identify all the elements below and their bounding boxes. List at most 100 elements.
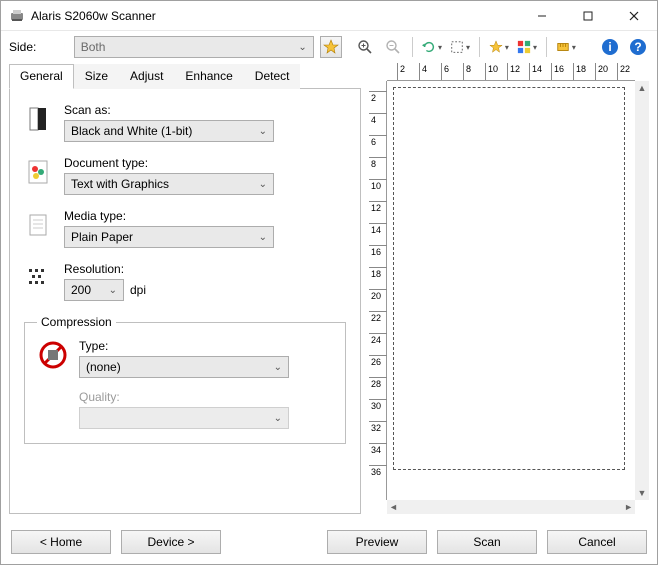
ruler-horizontal: 2 4 6 8 10 12 14 16 18 20 22 xyxy=(387,63,635,81)
app-window: Alaris S2060w Scanner Side: Both ⌄ i ? xyxy=(0,0,658,565)
close-button[interactable] xyxy=(611,1,657,31)
ruler-tick: 20 xyxy=(595,63,596,81)
device-button[interactable]: Device > xyxy=(121,530,221,554)
resolution-select[interactable]: 200⌄ xyxy=(64,279,124,301)
ruler-tick: 8 xyxy=(463,63,464,81)
info-icon[interactable]: i xyxy=(599,35,621,59)
ruler-tick: 22 xyxy=(617,63,618,81)
document-type-select[interactable]: Text with Graphics⌄ xyxy=(64,173,274,195)
resolution-label: Resolution: xyxy=(64,262,348,276)
scan-as-select[interactable]: Black and White (1-bit)⌄ xyxy=(64,120,274,142)
ruler-tick: 10 xyxy=(485,63,486,81)
compression-type-label: Type: xyxy=(79,339,333,353)
selection-tool-icon[interactable] xyxy=(449,35,471,59)
ruler-tick: 8 xyxy=(369,157,387,158)
media-type-select[interactable]: Plain Paper⌄ xyxy=(64,226,274,248)
scrollbar-vertical[interactable]: ▲▼ xyxy=(635,81,649,500)
tab-general[interactable]: General xyxy=(9,64,74,89)
svg-text:i: i xyxy=(608,40,611,54)
ruler-tick: 2 xyxy=(369,91,387,92)
top-toolbar: Side: Both ⌄ i ? xyxy=(1,31,657,63)
ruler-tick: 6 xyxy=(441,63,442,81)
rotate-tool-icon[interactable] xyxy=(421,35,443,59)
ruler-tick: 24 xyxy=(369,333,387,334)
ruler-tick: 14 xyxy=(529,63,530,81)
compression-quality-label: Quality: xyxy=(79,390,333,404)
tab-size[interactable]: Size xyxy=(74,64,119,89)
chevron-down-icon: ⌄ xyxy=(274,413,282,424)
compression-type-icon xyxy=(37,339,69,371)
scroll-down-icon[interactable]: ▼ xyxy=(638,488,647,498)
ruler-tick: 18 xyxy=(369,267,387,268)
preview-canvas[interactable] xyxy=(387,81,635,500)
ruler-tick: 4 xyxy=(419,63,420,81)
side-label: Side: xyxy=(9,40,68,54)
ruler-tick: 34 xyxy=(369,443,387,444)
preview-pane: 246810121416182022 246810121416182022242… xyxy=(369,63,649,514)
ruler-tick: 16 xyxy=(551,63,552,81)
chevron-down-icon: ⌄ xyxy=(259,232,267,243)
settings-pane: General Size Adjust Enhance Detect Scan … xyxy=(9,63,361,514)
units-tool-icon[interactable] xyxy=(555,35,577,59)
ruler-tick: 22 xyxy=(369,311,387,312)
ruler-tick: 26 xyxy=(369,355,387,356)
compression-quality-select: ⌄ xyxy=(79,407,289,429)
ruler-tick: 30 xyxy=(369,399,387,400)
ruler-tick: 20 xyxy=(369,289,387,290)
document-type-label: Document type: xyxy=(64,156,348,170)
chevron-down-icon: ⌄ xyxy=(109,285,117,296)
general-panel: Scan as: Black and White (1-bit)⌄ Docume… xyxy=(9,89,361,514)
compression-quality-icon xyxy=(37,390,69,422)
ruler-vertical: 24681012141618202224262830323436 xyxy=(369,81,387,500)
home-button[interactable]: < Home xyxy=(11,530,111,554)
scan-button[interactable]: Scan xyxy=(437,530,537,554)
resolution-unit: dpi xyxy=(130,283,146,297)
chevron-down-icon: ⌄ xyxy=(259,126,267,137)
help-icon[interactable]: ? xyxy=(627,35,649,59)
app-icon xyxy=(9,8,25,24)
cancel-button[interactable]: Cancel xyxy=(547,530,647,554)
scan-as-icon xyxy=(22,103,54,135)
media-type-icon xyxy=(22,209,54,241)
preview-button[interactable]: Preview xyxy=(327,530,427,554)
scroll-right-icon[interactable]: ► xyxy=(624,502,633,512)
ruler-tick: 10 xyxy=(369,179,387,180)
compression-type-select[interactable]: (none)⌄ xyxy=(79,356,289,378)
zoom-in-icon[interactable] xyxy=(354,35,376,59)
chevron-down-icon: ⌄ xyxy=(274,362,282,373)
minimize-button[interactable] xyxy=(519,1,565,31)
ruler-tick: 12 xyxy=(369,201,387,202)
side-select[interactable]: Both ⌄ xyxy=(74,36,314,58)
ruler-tick: 2 xyxy=(397,63,398,81)
tab-enhance[interactable]: Enhance xyxy=(174,64,243,89)
media-type-label: Media type: xyxy=(64,209,348,223)
resolution-icon xyxy=(22,262,54,294)
chevron-down-icon: ⌄ xyxy=(259,179,267,190)
chevron-down-icon: ⌄ xyxy=(298,42,306,53)
ruler-tick: 28 xyxy=(369,377,387,378)
tab-strip: General Size Adjust Enhance Detect xyxy=(9,63,361,89)
zoom-out-icon[interactable] xyxy=(382,35,404,59)
ruler-tick: 18 xyxy=(573,63,574,81)
ruler-corner xyxy=(369,63,387,81)
ruler-tick: 32 xyxy=(369,421,387,422)
maximize-button[interactable] xyxy=(565,1,611,31)
footer: < Home Device > Preview Scan Cancel xyxy=(1,522,657,564)
svg-text:?: ? xyxy=(634,40,641,54)
tab-detect[interactable]: Detect xyxy=(244,64,301,89)
ruler-tick: 36 xyxy=(369,465,387,466)
compression-legend: Compression xyxy=(37,315,116,329)
document-type-icon xyxy=(22,156,54,188)
crop-marquee[interactable] xyxy=(393,87,625,470)
scroll-up-icon[interactable]: ▲ xyxy=(638,83,647,93)
scrollbar-horizontal[interactable]: ◄► xyxy=(387,500,635,514)
ruler-tick: 12 xyxy=(507,63,508,81)
tab-adjust[interactable]: Adjust xyxy=(119,64,174,89)
ruler-tick: 14 xyxy=(369,223,387,224)
color-tool-icon[interactable] xyxy=(516,35,538,59)
compression-group: Compression Type: (none)⌄ Quality: ⌄ xyxy=(24,315,346,444)
quality-tool-icon[interactable] xyxy=(488,35,510,59)
shortcut-wand-button[interactable] xyxy=(320,36,342,58)
window-title: Alaris S2060w Scanner xyxy=(31,9,519,23)
scroll-left-icon[interactable]: ◄ xyxy=(389,502,398,512)
